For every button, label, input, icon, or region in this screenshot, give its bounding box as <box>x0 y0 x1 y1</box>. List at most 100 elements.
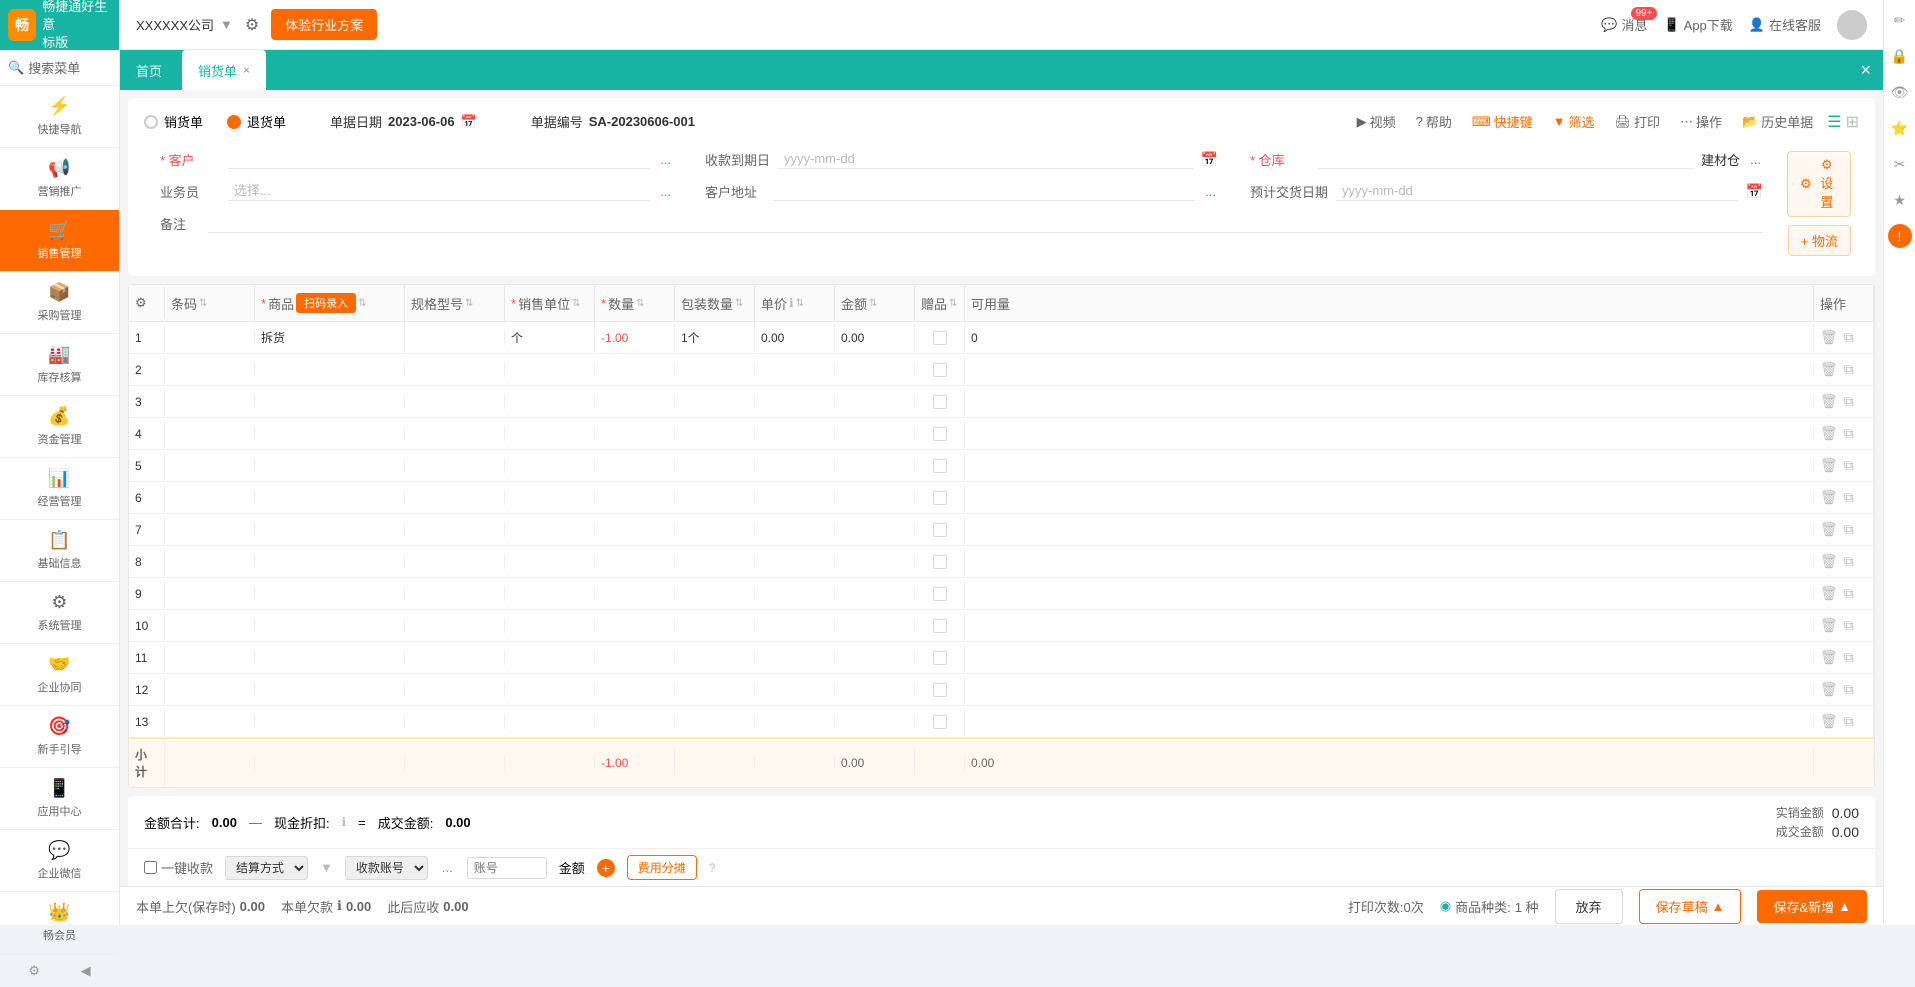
video-btn[interactable]: ▶ 视频 <box>1351 110 1402 133</box>
td-unit[interactable] <box>505 683 595 697</box>
logistics-button[interactable]: + 物流 <box>1788 225 1851 256</box>
td-spec[interactable] <box>405 523 505 537</box>
td-barcode[interactable] <box>165 555 255 569</box>
delete-icon[interactable]: 🗑 <box>1820 425 1838 442</box>
td-product[interactable] <box>255 523 405 537</box>
grid-view-icon[interactable]: ⊞ <box>1846 112 1859 132</box>
tab-close-icon[interactable]: × <box>243 63 250 77</box>
sidebar-item-purchase[interactable]: 📦 采购管理 <box>0 272 119 334</box>
td-spec[interactable] <box>405 715 505 729</box>
history-btn[interactable]: 📂 历史单据 <box>1736 110 1819 133</box>
td-qty[interactable] <box>595 523 675 537</box>
delete-icon[interactable]: 🗑 <box>1820 393 1838 410</box>
user-avatar[interactable] <box>1837 10 1867 40</box>
td-product[interactable] <box>255 427 405 441</box>
sort-icon[interactable]: ⇅ <box>869 298 877 309</box>
date-value[interactable]: 2023-06-06 <box>388 114 455 129</box>
th-settings[interactable]: ⚙ <box>129 287 165 319</box>
customer-ellipsis[interactable]: ... <box>658 152 673 167</box>
payment-calendar-icon[interactable]: 📅 <box>1201 151 1218 168</box>
right-panel-btn-4[interactable]: ⭐ <box>1888 116 1912 140</box>
warehouse-ellipsis[interactable]: ... <box>1748 152 1763 167</box>
td-gift[interactable] <box>915 356 965 384</box>
td-price[interactable] <box>755 683 835 697</box>
customer-addr-input[interactable] <box>773 181 1195 201</box>
td-qty[interactable] <box>595 587 675 601</box>
td-pkgqty[interactable] <box>675 683 755 697</box>
radio-sale[interactable]: 销货单 <box>144 112 203 131</box>
td-qty[interactable] <box>595 395 675 409</box>
td-gift[interactable] <box>915 452 965 480</box>
tab-home[interactable]: 首页 <box>120 50 178 90</box>
td-barcode[interactable] <box>165 427 255 441</box>
td-qty[interactable] <box>595 683 675 697</box>
td-unit[interactable] <box>505 395 595 409</box>
td-amount[interactable] <box>835 555 915 569</box>
right-panel-btn-6[interactable]: ★ <box>1888 188 1912 212</box>
td-product[interactable] <box>255 491 405 505</box>
td-spec[interactable] <box>405 619 505 633</box>
delete-icon[interactable]: 🗑 <box>1820 329 1838 346</box>
td-qty[interactable] <box>595 651 675 665</box>
td-qty[interactable] <box>595 619 675 633</box>
one-key-pay[interactable]: 一键收款 <box>144 858 213 877</box>
td-unit[interactable] <box>505 427 595 441</box>
td-gift[interactable] <box>915 644 965 672</box>
copy-icon[interactable]: ⧉ <box>1844 617 1854 634</box>
td-product[interactable] <box>255 683 405 697</box>
td-pkgqty[interactable]: 1个 <box>675 322 755 353</box>
td-barcode[interactable] <box>165 587 255 601</box>
copy-icon[interactable]: ⧉ <box>1844 361 1854 378</box>
sidebar-item-sales[interactable]: 🛒 销售管理 <box>0 210 119 272</box>
td-price[interactable] <box>755 459 835 473</box>
calc-method-select[interactable]: 结算方式 <box>225 856 308 880</box>
td-unit[interactable] <box>505 459 595 473</box>
td-amount[interactable] <box>835 459 915 473</box>
copy-icon[interactable]: ⧉ <box>1844 393 1854 410</box>
td-spec[interactable] <box>405 683 505 697</box>
salesperson-input[interactable] <box>228 181 650 201</box>
td-product[interactable] <box>255 395 405 409</box>
td-pkgqty[interactable] <box>675 715 755 729</box>
salesperson-ellipsis[interactable]: ... <box>658 184 673 199</box>
td-price[interactable] <box>755 619 835 633</box>
sidebar-item-cooperation[interactable]: 🤝 企业协同 <box>0 644 119 706</box>
td-spec[interactable] <box>405 363 505 377</box>
sidebar-item-inventory[interactable]: 🏭 库存核算 <box>0 334 119 396</box>
td-gift[interactable] <box>915 388 965 416</box>
td-unit[interactable] <box>505 587 595 601</box>
td-qty[interactable] <box>595 555 675 569</box>
td-product[interactable] <box>255 651 405 665</box>
copy-icon[interactable]: ⧉ <box>1844 425 1854 442</box>
td-spec[interactable] <box>405 491 505 505</box>
copy-icon[interactable]: ⧉ <box>1844 713 1854 730</box>
td-price[interactable] <box>755 363 835 377</box>
td-pkgqty[interactable] <box>675 523 755 537</box>
td-qty[interactable] <box>595 715 675 729</box>
td-unit[interactable]: 个 <box>505 322 595 353</box>
ops-btn[interactable]: ⋯ 操作 <box>1674 110 1728 133</box>
delete-icon[interactable]: 🗑 <box>1820 489 1838 506</box>
warehouse-input[interactable] <box>1318 149 1693 169</box>
list-view-icon[interactable]: ☰ <box>1827 112 1841 132</box>
copy-icon[interactable]: ⧉ <box>1844 521 1854 538</box>
sort-icon[interactable]: ⇅ <box>636 298 644 309</box>
tab-sales-order[interactable]: 销货单 × <box>182 50 266 90</box>
topbar-gear-icon[interactable]: ⚙ <box>245 15 259 35</box>
td-gift[interactable] <box>915 420 965 448</box>
copy-icon[interactable]: ⧉ <box>1844 553 1854 570</box>
td-barcode[interactable] <box>165 683 255 697</box>
td-amount[interactable] <box>835 651 915 665</box>
td-pkgqty[interactable] <box>675 555 755 569</box>
td-amount[interactable]: 0.00 <box>835 324 915 352</box>
copy-icon[interactable]: ⧉ <box>1844 329 1854 346</box>
td-product[interactable] <box>255 715 405 729</box>
right-panel-btn-7[interactable]: ! <box>1888 224 1912 248</box>
td-price[interactable] <box>755 651 835 665</box>
td-gift[interactable] <box>915 516 965 544</box>
sort-icon[interactable]: ⇅ <box>199 298 207 309</box>
note-input[interactable] <box>208 213 1763 233</box>
delete-icon[interactable]: 🗑 <box>1820 521 1838 538</box>
hotkey-btn[interactable]: ⌨ 快捷键 <box>1466 110 1539 133</box>
price-help-icon[interactable]: ℹ <box>789 296 794 310</box>
